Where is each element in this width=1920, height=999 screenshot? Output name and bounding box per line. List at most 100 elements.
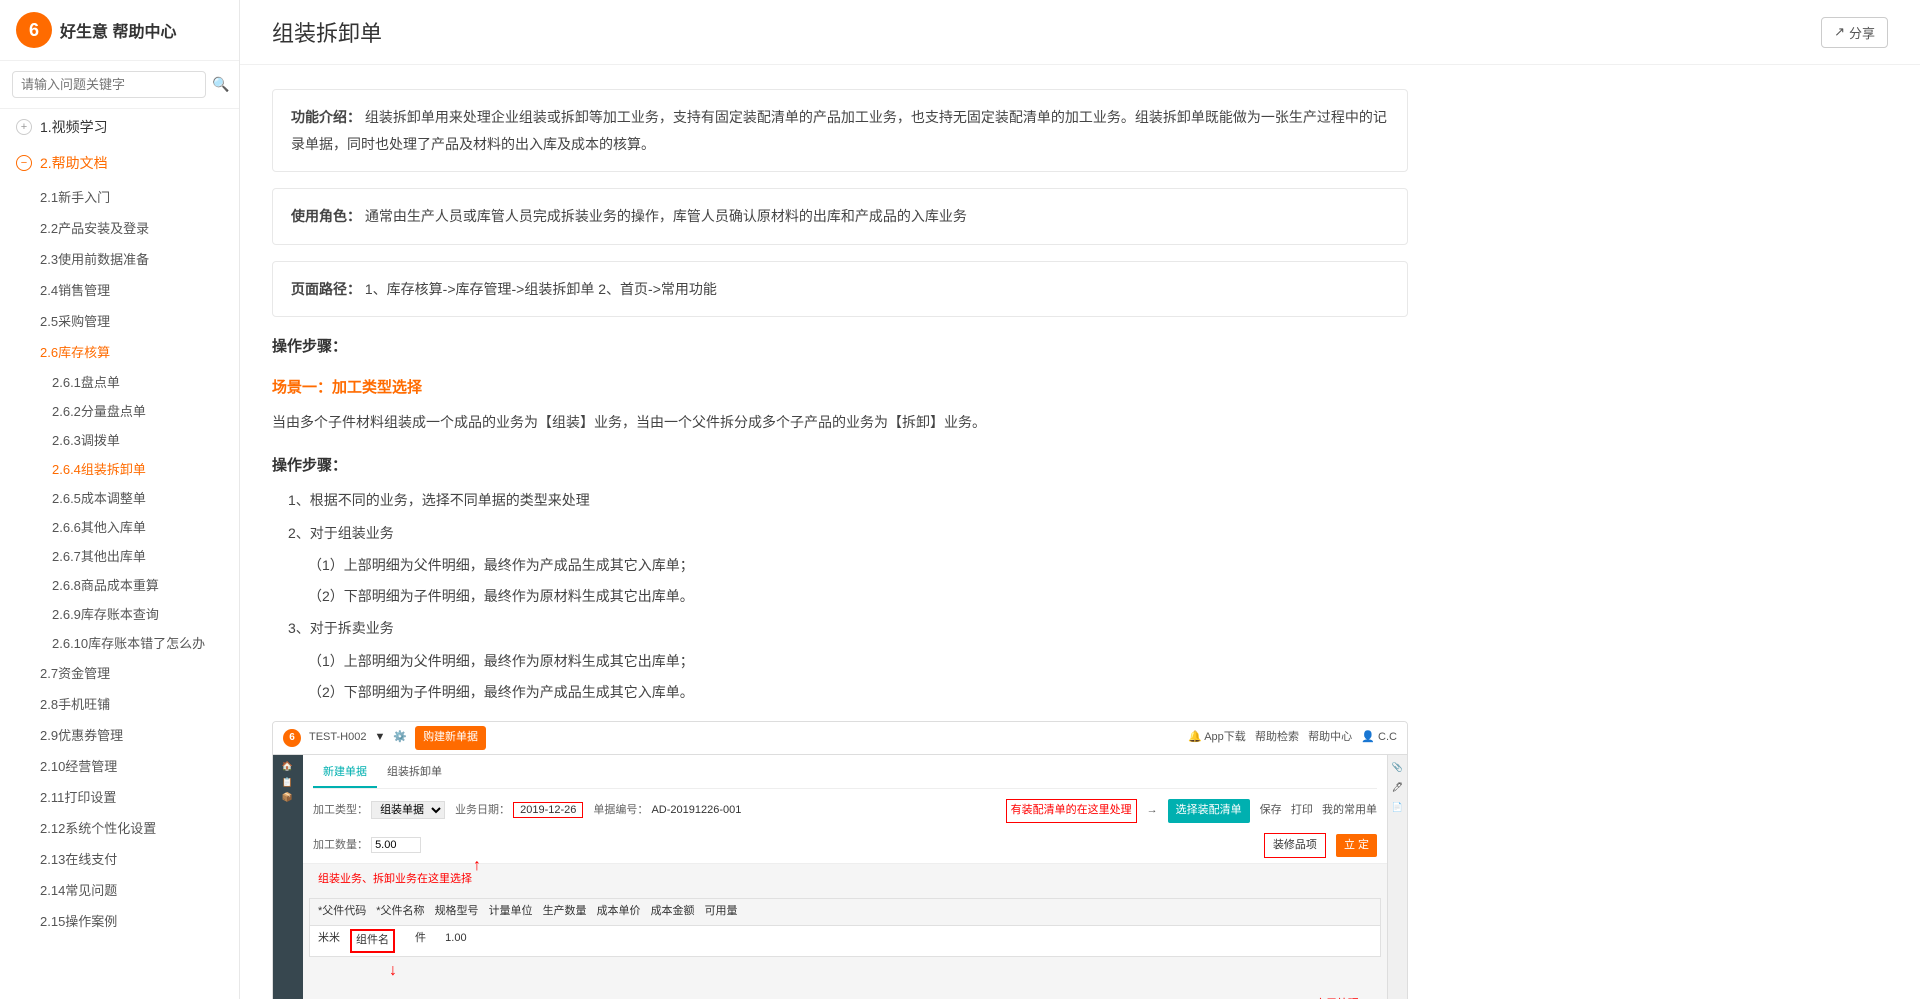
sidebar-item-s2-3[interactable]: 2.3使用前数据准备: [0, 243, 239, 274]
sidebar-item-label: 2.帮助文档: [40, 153, 108, 173]
sim-doc-num: AD-20191226-001: [651, 804, 741, 816]
expand-icon: +: [16, 119, 32, 135]
sim-select-bom-btn: 选择装配清单: [1168, 799, 1250, 823]
sidebar-sub-label: 2.5采购管理: [40, 314, 110, 329]
sim-new-btn: 购建新单据: [415, 726, 486, 750]
sidebar-item-s2-14[interactable]: 2.14常见问题: [0, 874, 239, 905]
sim-tabs: 新建单据 组装拆卸单: [313, 760, 1377, 789]
sidebar-subsub-label: 2.6.2分量盘点单: [52, 404, 146, 419]
sidebar-item-s2-11[interactable]: 2.11打印设置: [0, 781, 239, 812]
sim-icon3: 📄: [1392, 799, 1403, 815]
sim-right-strip: 📎 🖊 📄: [1387, 755, 1407, 999]
role-block: 使用角色： 通常由生产人员或库管人员完成拆装业务的操作，库管人员确认原材料的出库…: [272, 188, 1408, 245]
sidebar-item-s2-6-9[interactable]: 2.6.9库存账本查询: [0, 599, 239, 628]
sidebar-item-s2-12[interactable]: 2.12系统个性化设置: [0, 812, 239, 843]
sidebar-subsub-label: 2.6.9库存账本查询: [52, 607, 159, 622]
role-label: 使用角色：: [291, 208, 361, 224]
article-body: 功能介绍： 组装拆卸单用来处理企业组装或拆卸等加工业务，支持有固定装配清单的产品…: [240, 65, 1440, 999]
sim-save-area: 保存 打印 我的常用单: [1260, 801, 1377, 821]
sidebar-item-s2-6-2[interactable]: 2.6.2分量盘点单: [0, 396, 239, 425]
sidebar-item-s2-9[interactable]: 2.9优惠券管理: [0, 719, 239, 750]
share-label: 分享: [1849, 23, 1875, 42]
sidebar-sub-label: 2.1新手入门: [40, 190, 110, 205]
page-title: 组装拆卸单: [272, 16, 382, 48]
search-button[interactable]: 🔍: [212, 76, 229, 93]
sim-qty-input[interactable]: [371, 837, 421, 853]
sidebar-item-video-learning[interactable]: + 1.视频学习: [0, 109, 239, 145]
collapse-icon: −: [16, 155, 32, 171]
sidebar-item-s2-4[interactable]: 2.4销售管理: [0, 274, 239, 305]
sidebar-sub-label: 2.6库存核算: [40, 345, 110, 360]
search-box: 🔍: [0, 61, 239, 109]
sidebar-item-s2-6-3[interactable]: 2.6.3调拨单: [0, 425, 239, 454]
share-icon: ↗: [1834, 24, 1845, 40]
sidebar-item-s2-5[interactable]: 2.5采购管理: [0, 305, 239, 336]
sim-field-quantity: 加工数量：: [313, 836, 421, 856]
scene1-title: 场景一：加工类型选择: [272, 374, 1408, 401]
sidebar-item-s2-6-10[interactable]: 2.6.10库存账本错了怎么办: [0, 628, 239, 657]
sidebar-subsub-label: 2.6.6其他入库单: [52, 520, 146, 535]
sim-cell-code: 米米: [318, 929, 340, 953]
sidebar-item-s2-6-6[interactable]: 2.6.6其他入库单: [0, 512, 239, 541]
sidebar-sub-label: 2.12系统个性化设置: [40, 821, 156, 836]
sim-body: 🏠 📋 📦 新建单据 组装拆卸单: [273, 755, 1407, 999]
sidebar-subsub-label: 2.6.4组装拆卸单: [52, 462, 146, 477]
brand-name: 好生意 帮助中心: [60, 18, 176, 42]
sidebar-sub-label: 2.10经营管理: [40, 759, 117, 774]
sim-icon1: 📎: [1392, 759, 1403, 775]
sidebar-item-s2-13[interactable]: 2.13在线支付: [0, 843, 239, 874]
sidebar-item-s2-6-5[interactable]: 2.6.5成本调整单: [0, 483, 239, 512]
nav-section-2: − 2.帮助文档 2.1新手入门 2.2产品安装及登录 2.3使用前数据准备 2…: [0, 145, 239, 936]
sidebar-item-s2-6[interactable]: 2.6库存核算: [0, 336, 239, 367]
sim-tab-new: 新建单据: [313, 760, 377, 788]
feature-intro-text: 组装拆卸单用来处理企业组装或拆卸等加工业务，支持有固定装配清单的产品加工业务，也…: [291, 109, 1387, 152]
sidebar-item-s2-15[interactable]: 2.15操作案例: [0, 905, 239, 936]
sim-col-unit: 生产数量: [543, 902, 587, 922]
sidebar-item-help-docs[interactable]: − 2.帮助文档: [0, 145, 239, 181]
sim-upper-row1: 米米 组件名 件 1.00: [310, 926, 1380, 956]
sim-cell-qty-val: 1.00: [445, 929, 476, 953]
sidebar-item-s2-6-8[interactable]: 2.6.8商品成本重算: [0, 570, 239, 599]
sidebar-item-s2-1[interactable]: 2.1新手入门: [0, 181, 239, 212]
sidebar-sub-label: 2.4销售管理: [40, 283, 110, 298]
main-content: 组装拆卸单 ↗ 分享 功能介绍： 组装拆卸单用来处理企业组装或拆卸等加工业务，支…: [240, 0, 1920, 999]
search-input[interactable]: [12, 71, 206, 98]
scene1-desc: 当由多个子件材料组装成一个成品的业务为【组装】业务，当由一个父件拆分成多个子产品…: [272, 409, 1408, 436]
sim-col-product-code: *父件代码: [318, 902, 366, 922]
sidebar-item-s2-7[interactable]: 2.7资金管理: [0, 657, 239, 688]
sim-arrow-right: →: [1147, 801, 1158, 821]
sim-confirm-btn: 立 定: [1336, 834, 1377, 858]
sidebar-item-s2-6-4[interactable]: 2.6.4组装拆卸单: [0, 454, 239, 483]
sidebar-sub-label: 2.13在线支付: [40, 852, 117, 867]
step3-1: （1）上部明细为父件明细，最终作为原材料生成其它出库单；: [308, 648, 1408, 675]
main-header: 组装拆卸单 ↗ 分享: [240, 0, 1920, 65]
sim-logo: 6: [283, 729, 301, 747]
sim-right-nav: 🔔 App下载 帮助检索 帮助中心 👤 C.C: [1188, 728, 1397, 748]
sidebar-item-s2-6-7[interactable]: 2.6.7其他出库单: [0, 541, 239, 570]
sim-arrow: ▼: [374, 728, 385, 748]
share-button[interactable]: ↗ 分享: [1821, 17, 1888, 48]
sim-annotation1: 有装配清单的在这里处理: [1006, 799, 1137, 823]
screenshot-container: 6 TEST-H002 ▼ ⚙️ 购建新单据 🔔 App下载 帮助检索 帮助中心…: [272, 721, 1408, 999]
sidebar-item-s2-6-1[interactable]: 2.6.1盘点单: [0, 367, 239, 396]
ops-steps-title: 操作步骤：: [272, 452, 1408, 479]
sidebar-item-s2-10[interactable]: 2.10经营管理: [0, 750, 239, 781]
sim-field-type: 加工类型： 组装单据: [313, 801, 445, 821]
feature-intro-label: 功能介绍：: [291, 109, 361, 125]
sidebar-item-s2-2[interactable]: 2.2产品安装及登录: [0, 212, 239, 243]
sidebar-subsub-label: 2.6.7其他出库单: [52, 549, 146, 564]
path-block: 页面路径： 1、库存核算->库存管理->组装拆卸单 2、首页->常用功能: [272, 261, 1408, 318]
sim-field-num: 单据编号： AD-20191226-001: [593, 801, 741, 821]
sim-sidebar: 🏠 📋 📦: [273, 755, 303, 999]
sim-type-select[interactable]: 组装单据: [371, 801, 445, 819]
sim-cell-name: 组件名: [350, 929, 395, 953]
sim-fields-row: 加工类型： 组装单据 业务日期： 2019-12-26 单据编号： AD-201…: [313, 799, 1377, 823]
sim-tab-list: 组装拆卸单: [377, 760, 452, 788]
sidebar-sub-label: 2.14常见问题: [40, 883, 117, 898]
logo-icon: 6: [16, 12, 52, 48]
sim-col-product-name: *父件名称: [376, 902, 424, 922]
sidebar-item-label: 1.视频学习: [40, 117, 108, 137]
sim-icon2: 🖊: [1392, 779, 1403, 795]
sidebar-item-s2-8[interactable]: 2.8手机旺铺: [0, 688, 239, 719]
sim-type-annotation: 组装业务、拆卸业务在这里选择: [313, 868, 477, 892]
